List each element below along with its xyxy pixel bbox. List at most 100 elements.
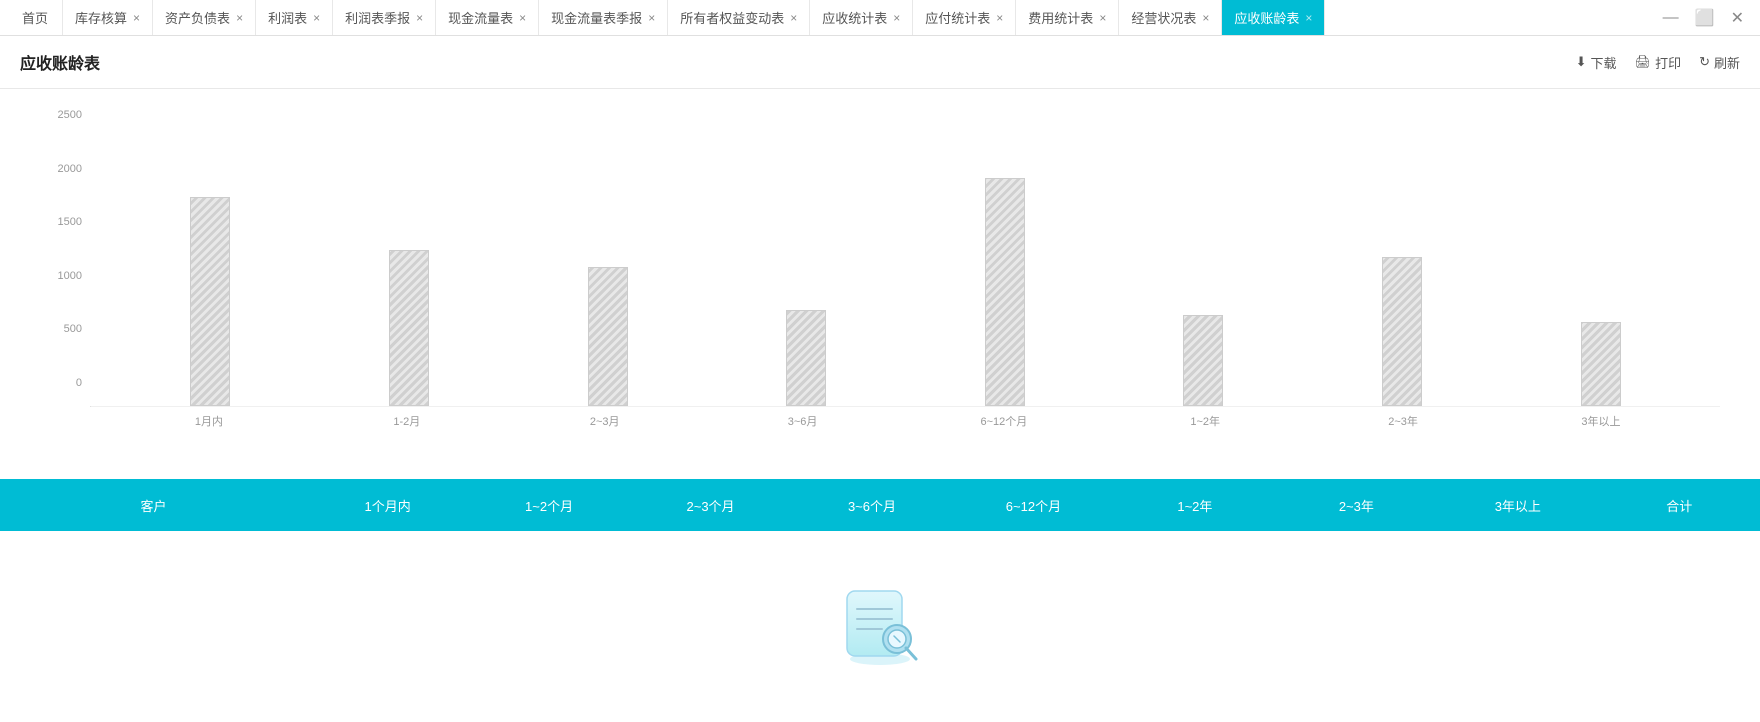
- download-icon: ⬇: [1576, 54, 1587, 70]
- tab-close-ar-aging[interactable]: ×: [1305, 11, 1312, 25]
- tab-item-expense-stats[interactable]: 费用统计表 ×: [1016, 0, 1119, 36]
- empty-icon: [825, 571, 935, 671]
- tab-label: 现金流量表: [448, 8, 513, 27]
- tab-close-inventory[interactable]: ×: [133, 11, 140, 25]
- tab-close-ar-stats[interactable]: ×: [893, 11, 900, 25]
- y-axis-label: 2000: [40, 163, 82, 175]
- download-button[interactable]: ⬇ 下载: [1576, 53, 1617, 72]
- x-axis-label: 3~6月: [783, 413, 823, 429]
- tab-item-ap-stats[interactable]: 应付统计表 ×: [913, 0, 1016, 36]
- tab-item-balance-sheet[interactable]: 资产负债表 ×: [153, 0, 256, 36]
- x-axis-label: 6~12个月: [981, 413, 1028, 429]
- table-header-cell: 客户: [0, 496, 307, 515]
- chart-grid-area: [90, 406, 1720, 407]
- tab-label: 所有者权益变动表: [680, 8, 784, 27]
- tab-close-cashflow[interactable]: ×: [519, 11, 526, 25]
- table-header-cell: 1~2年: [1114, 496, 1275, 515]
- bar-group: [588, 267, 628, 406]
- tab-close-balance-sheet[interactable]: ×: [236, 11, 243, 25]
- tab-close-profit-quarter[interactable]: ×: [416, 11, 423, 25]
- tab-label: 费用统计表: [1028, 8, 1093, 27]
- table-header-cell: 2~3年: [1276, 496, 1437, 515]
- y-axis-label: 0: [40, 377, 82, 389]
- bar: [389, 250, 429, 406]
- print-label: 打印: [1655, 53, 1681, 72]
- tab-item-cashflow-quarter[interactable]: 现金流量表季报 ×: [539, 0, 668, 36]
- y-axis-label: 500: [40, 323, 82, 335]
- x-axis-label: 1~2年: [1185, 413, 1225, 429]
- tab-label: 资产负债表: [165, 8, 230, 27]
- bar: [190, 197, 230, 406]
- bar: [1382, 257, 1422, 406]
- tab-item-operations[interactable]: 经营状况表 ×: [1119, 0, 1222, 36]
- bar: [786, 310, 826, 406]
- tab-item-profit-quarter[interactable]: 利润表季报 ×: [333, 0, 436, 36]
- tab-label: 利润表: [268, 8, 307, 27]
- tab-label: 应付统计表: [925, 8, 990, 27]
- chart-y-axis: 2500 2000 1500 1000 500 0: [40, 109, 90, 389]
- bar-group: [786, 310, 826, 406]
- y-axis-label: 2500: [40, 109, 82, 121]
- tab-close-cashflow-quarter[interactable]: ×: [648, 11, 655, 25]
- tab-item-ar-aging[interactable]: 应收账龄表 ×: [1222, 0, 1325, 36]
- y-axis-label: 1000: [40, 270, 82, 282]
- tab-close-operations[interactable]: ×: [1202, 11, 1209, 25]
- minimize-button[interactable]: —: [1659, 5, 1683, 31]
- bar-group: [1183, 315, 1223, 406]
- bar-group: [985, 178, 1025, 406]
- x-axis-label: 1月内: [189, 413, 229, 429]
- x-axis-label: 3年以上: [1581, 413, 1621, 429]
- page-actions: ⬇ 下载 🖨 打印 ↻ 刷新: [1576, 53, 1740, 72]
- tab-label: 库存核算: [75, 8, 127, 27]
- table-header-cell: 合计: [1599, 496, 1760, 515]
- chart-body: 1月内 1-2月 2~3月 3~6月 6~12个月 1~2年 2~3年 3年以上: [90, 406, 1720, 429]
- page-title: 应收账龄表: [20, 50, 100, 74]
- tab-label: 应收账龄表: [1234, 8, 1299, 27]
- tab-close-ap-stats[interactable]: ×: [996, 11, 1003, 25]
- table-header-cell: 1个月内: [307, 496, 468, 515]
- page-header: 应收账龄表 ⬇ 下载 🖨 打印 ↻ 刷新: [0, 36, 1760, 89]
- grid-line-4: [91, 406, 1720, 407]
- tab-label: 应收统计表: [822, 8, 887, 27]
- maximize-button[interactable]: ⬜: [1691, 4, 1719, 32]
- bar-group: [1382, 257, 1422, 406]
- x-axis-label: 2~3月: [585, 413, 625, 429]
- close-button[interactable]: ✕: [1727, 4, 1748, 32]
- print-button[interactable]: 🖨 打印: [1635, 53, 1682, 72]
- bar: [985, 178, 1025, 406]
- tab-label: 利润表季报: [345, 8, 410, 27]
- tab-item-equity[interactable]: 所有者权益变动表 ×: [668, 0, 810, 36]
- y-axis-label: 1500: [40, 216, 82, 228]
- tab-home[interactable]: 首页: [8, 0, 63, 36]
- bar-group: [1581, 322, 1621, 406]
- empty-state: [0, 531, 1760, 691]
- table-header-cell: 6~12个月: [953, 496, 1114, 515]
- refresh-icon: ↻: [1699, 54, 1710, 70]
- bar: [588, 267, 628, 406]
- x-axis-label: 1-2月: [387, 413, 427, 429]
- bar-chart: 2500 2000 1500 1000 500 0 1月内 1-2月 2~3月 3~6月 6~12…: [40, 109, 1720, 429]
- bar: [1581, 322, 1621, 406]
- tab-label: 经营状况表: [1131, 8, 1196, 27]
- main-content: 2500 2000 1500 1000 500 0 1月内 1-2月 2~3月 3~6月 6~12…: [0, 89, 1760, 722]
- tab-close-expense-stats[interactable]: ×: [1099, 11, 1106, 25]
- tab-item-inventory[interactable]: 库存核算 ×: [63, 0, 153, 36]
- tab-close-equity[interactable]: ×: [790, 11, 797, 25]
- tab-bar: 首页 库存核算×资产负债表×利润表×利润表季报×现金流量表×现金流量表季报×所有…: [0, 0, 1760, 36]
- chart-area: 2500 2000 1500 1000 500 0 1月内 1-2月 2~3月 3~6月 6~12…: [0, 89, 1760, 479]
- tab-item-cashflow[interactable]: 现金流量表 ×: [436, 0, 539, 36]
- table-header-cell: 3~6个月: [791, 496, 952, 515]
- table-header-cell: 2~3个月: [630, 496, 791, 515]
- tab-home-label: 首页: [22, 8, 48, 27]
- table-header: 客户1个月内1~2个月2~3个月3~6个月6~12个月1~2年2~3年3年以上合…: [0, 479, 1760, 531]
- tab-bar-actions: — ⬜ ✕: [1659, 4, 1752, 32]
- tab-close-profit[interactable]: ×: [313, 11, 320, 25]
- refresh-button[interactable]: ↻ 刷新: [1699, 53, 1740, 72]
- x-axis-label: 2~3年: [1383, 413, 1423, 429]
- tab-item-ar-stats[interactable]: 应收统计表 ×: [810, 0, 913, 36]
- tab-label: 现金流量表季报: [551, 8, 642, 27]
- bar-group: [190, 197, 230, 406]
- tab-item-profit[interactable]: 利润表 ×: [256, 0, 333, 36]
- table-header-cell: 1~2个月: [468, 496, 629, 515]
- table-header-cell: 3年以上: [1437, 496, 1598, 515]
